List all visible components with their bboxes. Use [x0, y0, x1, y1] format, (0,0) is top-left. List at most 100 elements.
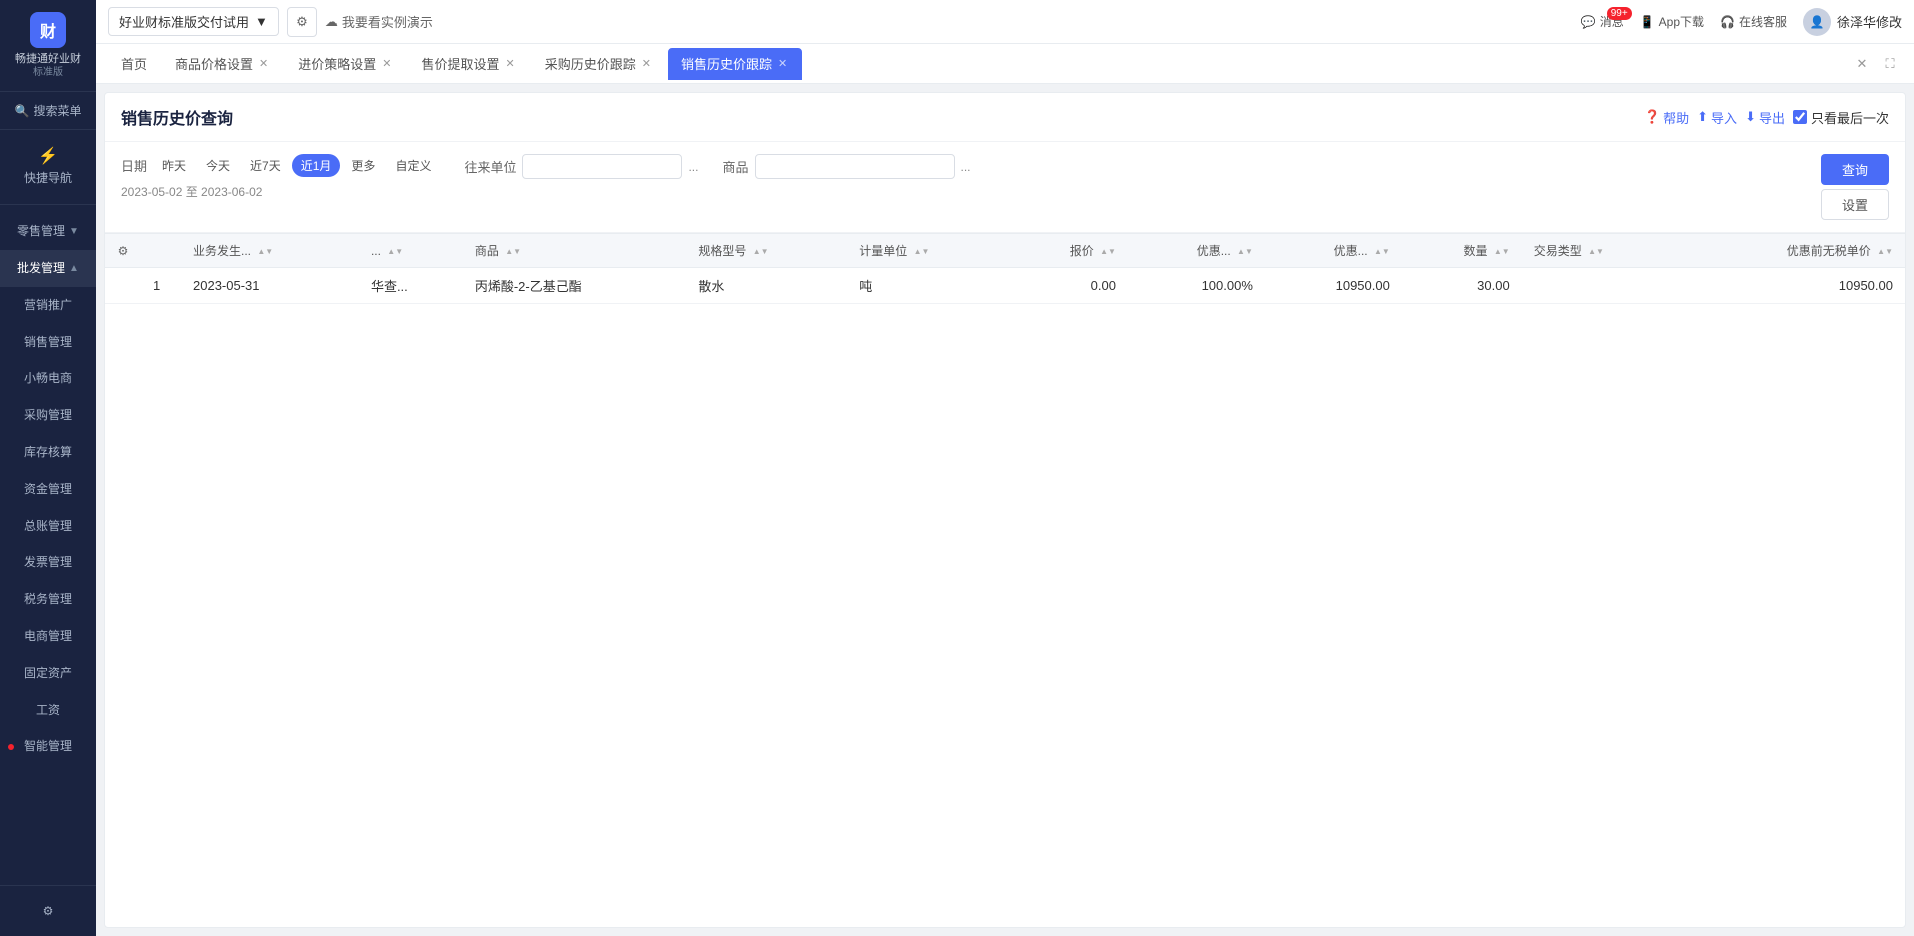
tab-sale-history[interactable]: 销售历史价跟踪 ✕: [668, 48, 802, 80]
cell-product: 丙烯酸-2-乙基己酯: [463, 268, 687, 304]
sidebar-item-tax[interactable]: 税务管理: [0, 581, 96, 618]
tab-purchase-history[interactable]: 采购历史价跟踪 ✕: [532, 48, 666, 80]
table-header-row: ⚙ 业务发生... ▲▼ ... ▲▼ 商品 ▲▼: [105, 234, 1905, 268]
cell-unit: 吨: [847, 268, 1008, 304]
th-trade-type[interactable]: 交易类型 ▲▼: [1522, 234, 1683, 268]
date-btn-last7[interactable]: 近7天: [241, 154, 290, 177]
product-input[interactable]: [755, 154, 955, 179]
tab-home[interactable]: 首页: [108, 48, 160, 80]
cell-spec: 散水: [686, 268, 847, 304]
product-more-button[interactable]: ...: [961, 160, 971, 174]
online-service-button[interactable]: 🎧 在线客服: [1720, 13, 1787, 30]
message-icon: 💬: [1581, 15, 1596, 29]
filter-bar: 日期 昨天 今天 近7天 近1月 更多 自定义 2023-05-02 至 202…: [105, 142, 1905, 233]
sort-icon: ▲▼: [753, 247, 769, 256]
cloud-icon: ☁: [325, 14, 338, 30]
filter-actions: 查询 设置: [1821, 154, 1889, 220]
topbar: 好业财标准版交付试用 ▼ ⚙ ☁ 我要看实例演示 💬 消息 99+ 📱 App下…: [96, 0, 1914, 44]
query-button[interactable]: 查询: [1821, 154, 1889, 185]
cell-gear: [105, 268, 141, 304]
tab-close-price-strategy[interactable]: ✕: [380, 56, 393, 71]
date-btn-last1m[interactable]: 近1月: [292, 154, 341, 177]
th-discount1[interactable]: 优惠... ▲▼: [1128, 234, 1265, 268]
sort-icon: ▲▼: [1588, 247, 1604, 256]
date-btn-today[interactable]: 今天: [197, 154, 239, 177]
sidebar-menu: 零售管理 ▼ 批发管理 ▲ 营销推广 销售管理 小畅电商 采购管理 库存核算 资…: [0, 205, 96, 885]
data-table: ⚙ 业务发生... ▲▼ ... ▲▼ 商品 ▲▼: [105, 233, 1905, 304]
filter-settings-button[interactable]: 设置: [1821, 189, 1889, 220]
avatar: 👤: [1803, 8, 1831, 36]
gear-icon: ⚙: [296, 14, 308, 30]
sidebar-item-ecommerce[interactable]: 电商管理: [0, 618, 96, 655]
last-only-checkbox[interactable]: [1793, 110, 1807, 124]
sidebar-item-retail[interactable]: 零售管理 ▼: [0, 213, 96, 250]
headphone-icon: 🎧: [1720, 15, 1735, 29]
tab-close-product-price[interactable]: ✕: [257, 56, 270, 71]
sidebar-item-wholesale[interactable]: 批发管理 ▲: [0, 250, 96, 287]
quick-nav-button[interactable]: ⚡ 快捷导航: [8, 138, 88, 194]
sidebar-item-fixed-assets[interactable]: 固定资产: [0, 655, 96, 692]
tab-close-purchase-history[interactable]: ✕: [640, 56, 653, 71]
tab-close-sale-history[interactable]: ✕: [776, 56, 789, 71]
table-container: ⚙ 业务发生... ▲▼ ... ▲▼ 商品 ▲▼: [105, 233, 1905, 320]
table-settings-icon[interactable]: ⚙: [117, 244, 129, 258]
export-button[interactable]: ⬇ 导出: [1745, 108, 1785, 127]
sidebar-item-payroll[interactable]: 工资: [0, 692, 96, 729]
tab-product-price[interactable]: 商品价格设置 ✕: [162, 48, 283, 80]
export-icon: ⬇: [1745, 109, 1756, 125]
th-pre-tax-price[interactable]: 优惠前无税单价 ▲▼: [1683, 234, 1905, 268]
page-title: 销售历史价查询: [121, 105, 233, 129]
table-row[interactable]: 1 2023-05-31 华查... 丙烯酸-2-乙基己酯 散水 吨 0.00 …: [105, 268, 1905, 304]
th-more-col[interactable]: ... ▲▼: [359, 234, 463, 268]
user-menu[interactable]: 👤 徐泽华修改: [1803, 8, 1902, 36]
tab-close-sale-extract[interactable]: ✕: [504, 56, 517, 71]
sidebar-item-inventory[interactable]: 库存核算: [0, 434, 96, 471]
date-btn-more[interactable]: 更多: [342, 154, 384, 177]
sidebar-settings-button[interactable]: ⚙: [35, 894, 62, 928]
th-quote[interactable]: 报价 ▲▼: [1008, 234, 1128, 268]
sort-icon: ▲▼: [387, 247, 403, 256]
sidebar-item-smart[interactable]: 智能管理: [0, 728, 96, 765]
date-btn-custom[interactable]: 自定义: [386, 154, 440, 177]
message-badge: 99+: [1607, 7, 1632, 20]
last-only-checkbox-label[interactable]: 只看最后一次: [1793, 108, 1889, 127]
sidebar-item-invoice[interactable]: 发票管理: [0, 544, 96, 581]
th-spec[interactable]: 规格型号 ▲▼: [686, 234, 847, 268]
tab-price-strategy[interactable]: 进价策略设置 ✕: [285, 48, 406, 80]
th-qty[interactable]: 数量 ▲▼: [1402, 234, 1522, 268]
message-button[interactable]: 💬 消息 99+: [1581, 13, 1624, 30]
from-unit-input[interactable]: [522, 154, 682, 179]
tab-sale-extract[interactable]: 售价提取设置 ✕: [408, 48, 529, 80]
date-label: 日期: [121, 156, 147, 175]
th-unit[interactable]: 计量单位 ▲▼: [847, 234, 1008, 268]
date-btn-yesterday[interactable]: 昨天: [153, 154, 195, 177]
import-button[interactable]: ⬆ 导入: [1697, 108, 1737, 127]
demo-button[interactable]: ☁ 我要看实例演示: [325, 12, 433, 31]
app-download-button[interactable]: 📱 App下载: [1640, 13, 1704, 30]
sidebar-item-ecommerce-small[interactable]: 小畅电商: [0, 360, 96, 397]
th-biz-date[interactable]: 业务发生... ▲▼: [181, 234, 359, 268]
sidebar-item-purchase[interactable]: 采购管理: [0, 397, 96, 434]
th-discount2[interactable]: 优惠... ▲▼: [1265, 234, 1402, 268]
product-label: 商品: [722, 157, 748, 176]
cell-more-col: 华查...: [359, 268, 463, 304]
sidebar-item-sales[interactable]: 销售管理: [0, 324, 96, 361]
topbar-settings-button[interactable]: ⚙: [287, 7, 317, 37]
help-icon: ❓: [1644, 109, 1660, 125]
cell-no: 1: [141, 268, 181, 304]
th-no: [141, 234, 181, 268]
search-menu-button[interactable]: 🔍 搜索菜单: [0, 92, 96, 130]
sort-icon: ▲▼: [1494, 247, 1510, 256]
page-close-button[interactable]: ✕: [1850, 52, 1874, 76]
sort-icon: ▲▼: [1877, 247, 1893, 256]
page-maximize-button[interactable]: ⛶: [1878, 52, 1902, 76]
sidebar-item-marketing[interactable]: 营销推广: [0, 287, 96, 324]
from-unit-more-button[interactable]: ...: [688, 160, 698, 174]
from-unit-filter-group: 往来单位 ...: [464, 154, 698, 179]
th-product[interactable]: 商品 ▲▼: [463, 234, 687, 268]
version-selector[interactable]: 好业财标准版交付试用 ▼: [108, 7, 279, 36]
sidebar-item-ledger[interactable]: 总账管理: [0, 508, 96, 545]
help-button[interactable]: ❓ 帮助: [1644, 108, 1689, 127]
sort-icon: ▲▼: [914, 247, 930, 256]
sidebar-item-finance[interactable]: 资金管理: [0, 471, 96, 508]
